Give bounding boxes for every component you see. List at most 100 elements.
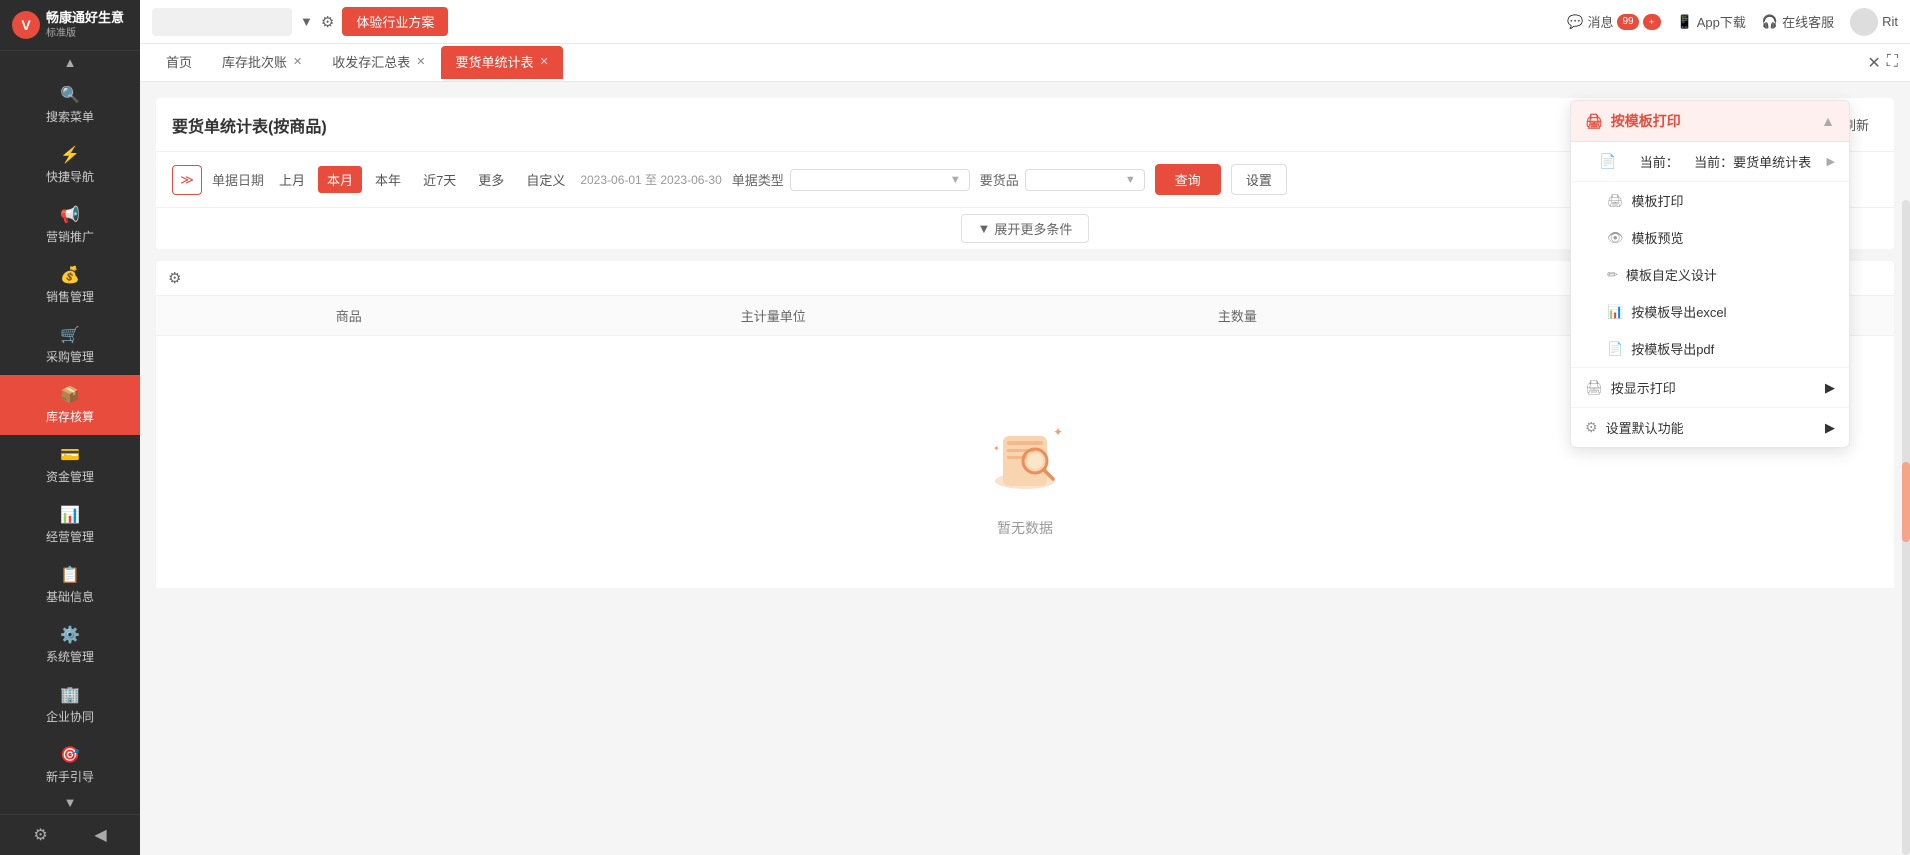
empty-state-text: 暂无数据 xyxy=(997,518,1053,538)
settings-icon[interactable]: ⚙ xyxy=(33,825,47,845)
date-btn-custom[interactable]: 自定义 xyxy=(517,166,574,193)
current-template-item[interactable]: 📄 当前： 当前：要货单统计表 ▶ xyxy=(1571,142,1849,181)
excel-icon: 📊 xyxy=(1607,304,1623,320)
tab-batch-account-close[interactable]: ✕ xyxy=(293,55,302,68)
chevron-right-icon: ▶ xyxy=(1825,420,1835,436)
finance-icon: 💳 xyxy=(60,445,80,465)
sidebar-item-guide[interactable]: 🎯 新手引导 xyxy=(0,735,140,790)
empty-illustration: ✦ ✦ xyxy=(975,406,1075,506)
sidebar-bottom: ⚙ ◀ xyxy=(0,814,140,855)
date-btn-7-days[interactable]: 近7天 xyxy=(414,166,465,193)
user-name: Rit xyxy=(1882,14,1898,29)
topbar: ▼ ⚙ 体验行业方案 💬 消息 99+ 📱 App下载 🎧 在线客服 Rit xyxy=(140,0,1910,44)
date-selector: 上月 本月 本年 近7天 更多 自定义 xyxy=(270,166,574,193)
right-scrollbar-thumb[interactable] xyxy=(1902,462,1910,542)
col-checkbox xyxy=(156,296,196,336)
chevron-down-icon: ▼ xyxy=(300,14,313,29)
tab-order-stats-label: 要货单统计表 xyxy=(455,52,533,71)
template-pdf-item[interactable]: 📄 按模板导出pdf xyxy=(1571,330,1849,367)
template-print-item[interactable]: 🖨 模板打印 xyxy=(1571,182,1849,219)
app-download-button[interactable]: 📱 App下载 xyxy=(1677,12,1746,31)
date-btn-last-month[interactable]: 上月 xyxy=(270,166,314,193)
tabbar-right: ✕ ⛶ xyxy=(1867,53,1898,73)
messages-button[interactable]: 💬 消息 99+ xyxy=(1567,12,1660,31)
tab-expand-icon[interactable]: ⛶ xyxy=(1887,53,1898,73)
template-design-item[interactable]: ✏ 模板自定义设计 xyxy=(1571,256,1849,293)
sidebar-item-finance[interactable]: 💳 资金管理 xyxy=(0,435,140,495)
tab-collection-summary-label: 收发存汇总表 xyxy=(332,52,410,71)
operations-icon: 📊 xyxy=(60,505,80,525)
date-btn-this-month[interactable]: 本月 xyxy=(318,166,362,193)
topbar-search[interactable] xyxy=(152,8,292,36)
query-button[interactable]: 查询 xyxy=(1155,164,1221,195)
tab-order-stats[interactable]: 要货单统计表 ✕ xyxy=(441,46,562,79)
tab-order-stats-close[interactable]: ✕ xyxy=(540,55,549,68)
sidebar-item-label: 资金管理 xyxy=(46,468,94,485)
expand-more-label: 展开更多条件 xyxy=(994,219,1072,238)
order-category-label: 要货品 xyxy=(980,170,1019,189)
expand-more-button[interactable]: ▼ 展开更多条件 xyxy=(961,214,1090,243)
template-print-section: 🖨 模板打印 👁 模板预览 ✏ 模板自定义设计 📊 按模板导出excel 📄 按… xyxy=(1571,182,1849,368)
sidebar-item-basic-info[interactable]: 📋 基础信息 xyxy=(0,555,140,615)
collapse-icon[interactable]: ◀ xyxy=(94,825,106,845)
print-dropdown-header: 🖨 按模板打印 ▲ xyxy=(1571,101,1849,142)
sidebar: V 畅康通好生意 标准版 ▲ 🔍 搜索菜单 ⚡ 快捷导航 📢 营销推广 💰 销售… xyxy=(0,0,140,855)
guide-icon: 🎯 xyxy=(60,745,80,765)
sidebar-item-enterprise[interactable]: 🏢 企业协同 xyxy=(0,675,140,735)
table-settings-icon[interactable]: ⚙ xyxy=(168,269,181,287)
marketing-icon: 📢 xyxy=(60,205,80,225)
experience-button[interactable]: 体验行业方案 xyxy=(342,7,448,36)
sidebar-scroll-down[interactable]: ▼ xyxy=(0,790,140,814)
sidebar-item-quick-nav[interactable]: ⚡ 快捷导航 xyxy=(0,135,140,195)
sidebar-item-label: 快捷导航 xyxy=(46,168,94,185)
sidebar-item-search[interactable]: 🔍 搜索菜单 xyxy=(0,75,140,135)
sidebar-logo: V 畅康通好生意 标准版 xyxy=(0,0,140,51)
display-print-section: 🖨 按显示打印 ▶ xyxy=(1571,368,1849,408)
settings-button[interactable]: 设置 xyxy=(1231,164,1287,195)
download-icon: 📱 xyxy=(1677,14,1693,30)
sidebar-item-sales[interactable]: 💰 销售管理 xyxy=(0,255,140,315)
filter-expand-button[interactable]: ≫ xyxy=(172,165,202,195)
chevron-down-icon: ▼ xyxy=(1125,174,1136,186)
topbar-gear-icon[interactable]: ⚙ xyxy=(321,13,334,31)
sidebar-logo-text: 畅康通好生意 标准版 xyxy=(46,10,124,40)
app-logo-icon: V xyxy=(12,11,40,39)
sidebar-item-label: 新手引导 xyxy=(46,768,94,785)
date-filter-label: 单据日期 xyxy=(212,170,264,189)
order-type-select[interactable]: ▼ xyxy=(790,169,970,191)
display-print-item[interactable]: 🖨 按显示打印 ▶ xyxy=(1571,368,1849,407)
date-btn-more[interactable]: 更多 xyxy=(469,166,513,193)
sidebar-item-label: 采购管理 xyxy=(46,348,94,365)
print-dropdown: 🖨 按模板打印 ▲ 📄 当前： 当前：要货单统计表 ▶ 🖨 模板打印 👁 模板预… xyxy=(1570,100,1850,448)
preview-icon: 👁 xyxy=(1607,230,1624,246)
sidebar-item-purchase[interactable]: 🛒 采购管理 xyxy=(0,315,140,375)
tab-collection-summary[interactable]: 收发存汇总表 ✕ xyxy=(318,46,439,79)
sidebar-item-system[interactable]: ⚙️ 系统管理 xyxy=(0,615,140,675)
sidebar-item-inventory[interactable]: 📦 库存核算 xyxy=(0,375,140,435)
current-template-section: 📄 当前： 当前：要货单统计表 ▶ xyxy=(1571,142,1849,182)
date-btn-this-year[interactable]: 本年 xyxy=(366,166,410,193)
topbar-dropdown[interactable]: ▼ xyxy=(300,14,313,29)
order-category-select[interactable]: ▼ xyxy=(1025,169,1145,191)
default-func-item[interactable]: ⚙ 设置默认功能 ▶ xyxy=(1571,408,1849,447)
tab-collection-summary-close[interactable]: ✕ xyxy=(416,55,425,68)
tab-close-all-icon[interactable]: ✕ xyxy=(1867,53,1880,73)
sidebar-scroll-up[interactable]: ▲ xyxy=(0,51,140,75)
online-service-button[interactable]: 🎧 在线客服 xyxy=(1762,12,1834,31)
sidebar-item-label: 销售管理 xyxy=(46,288,94,305)
sidebar-item-label: 营销推广 xyxy=(46,228,94,245)
tab-batch-account[interactable]: 库存批次账 ✕ xyxy=(208,46,316,79)
topbar-right: 💬 消息 99+ 📱 App下载 🎧 在线客服 Rit xyxy=(1567,8,1898,36)
sidebar-item-operations[interactable]: 📊 经营管理 xyxy=(0,495,140,555)
user-profile[interactable]: Rit xyxy=(1850,8,1898,36)
dropdown-collapse-button[interactable]: ▲ xyxy=(1821,113,1835,129)
search-icon: 🔍 xyxy=(60,85,80,105)
tab-home[interactable]: 首页 xyxy=(152,46,206,79)
template-preview-item[interactable]: 👁 模板预览 xyxy=(1571,219,1849,256)
tab-batch-account-label: 库存批次账 xyxy=(222,52,287,71)
right-scrollbar[interactable] xyxy=(1902,200,1910,855)
sidebar-item-marketing[interactable]: 📢 营销推广 xyxy=(0,195,140,255)
template-excel-item[interactable]: 📊 按模板导出excel xyxy=(1571,293,1849,330)
message-icon: 💬 xyxy=(1567,14,1583,30)
print-sub-icon: 🖨 xyxy=(1607,193,1624,209)
